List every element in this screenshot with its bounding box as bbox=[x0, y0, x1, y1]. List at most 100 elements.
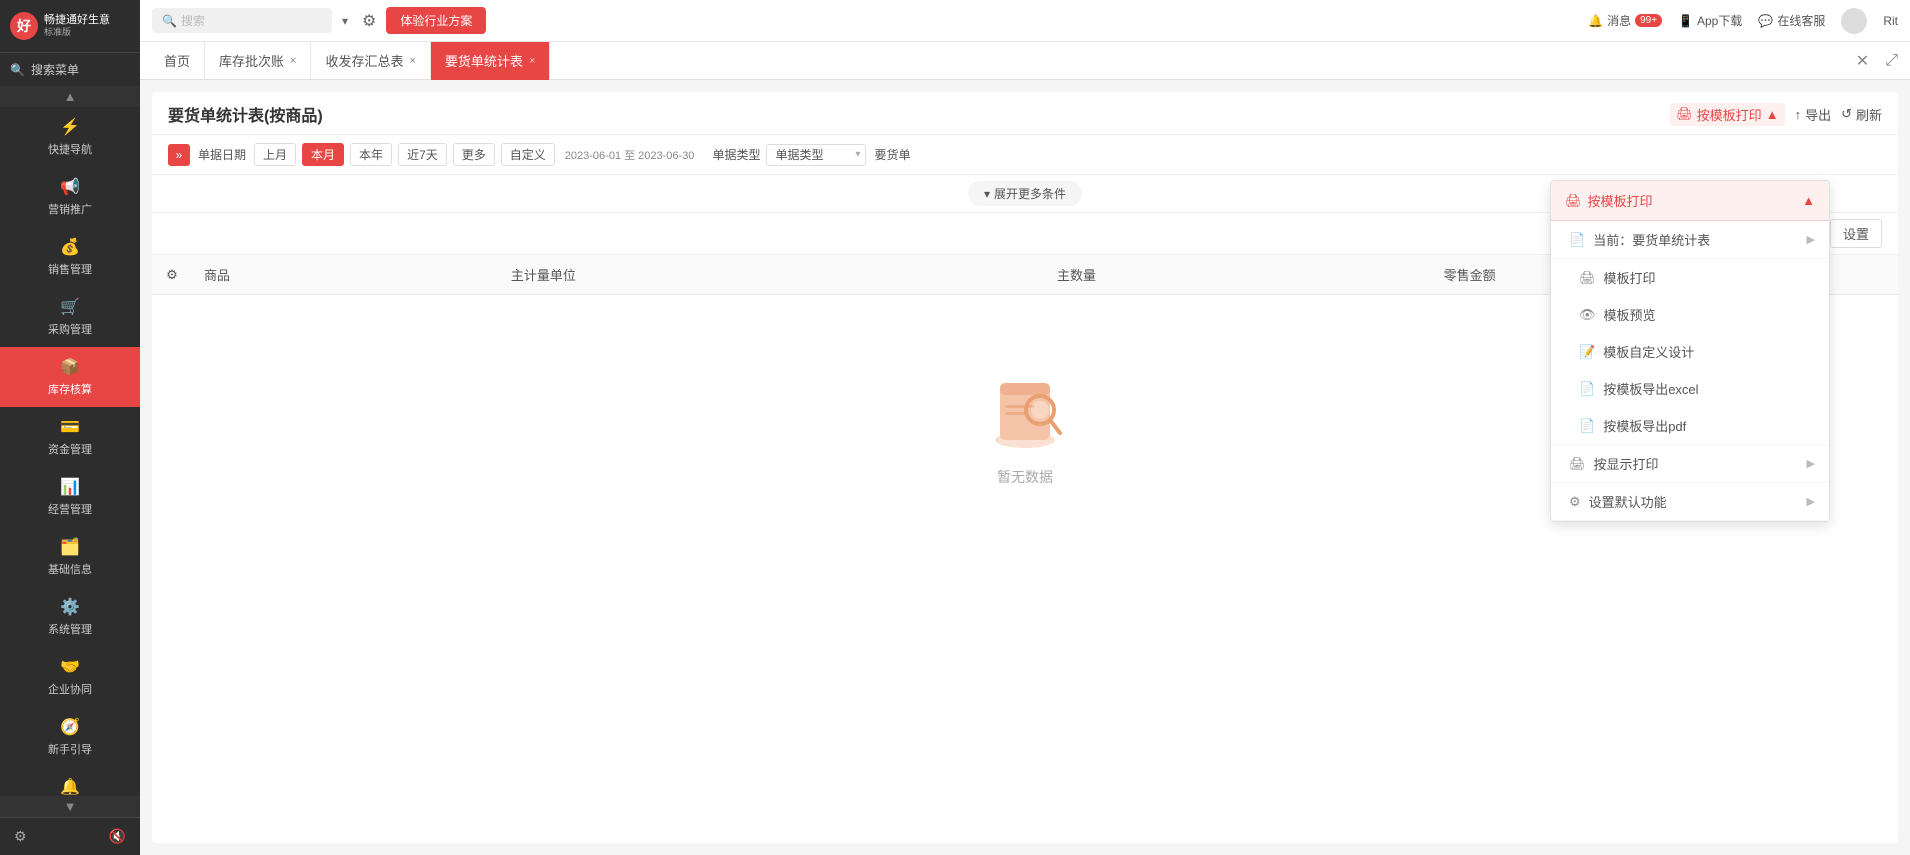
sidebar-scroll-down[interactable]: ▼ bbox=[0, 796, 140, 817]
date-btn-custom[interactable]: 自定义 bbox=[501, 143, 555, 166]
purchase-label: 采购管理 bbox=[48, 321, 92, 337]
display-print-left: 🖨 按显示打印 bbox=[1569, 454, 1659, 473]
print-item-label: 模板打印 bbox=[1604, 268, 1656, 287]
sales-label: 销售管理 bbox=[48, 261, 92, 277]
date-filters: 上月 本月 本年 近7天 更多 自定义 2023-06-01 至 2023-06… bbox=[254, 143, 694, 166]
header-gear-icon[interactable]: ⚙ bbox=[362, 11, 376, 31]
expand-more-btn[interactable]: ▾ 展开更多条件 bbox=[968, 181, 1082, 206]
sidebar-item-purchase[interactable]: 🛒 采购管理 bbox=[0, 287, 140, 347]
current-template-item[interactable]: 📄 当前：要货单统计表 ▶ bbox=[1551, 221, 1829, 258]
tab-bar: 首页 库存批次账 × 收发存汇总表 × 要货单统计表 × ✕ ⤢ bbox=[140, 42, 1910, 80]
sidebar: 好 畅捷通好生意 标准版 🔍 搜索菜单 ▲ ⚡ 快捷导航 📢 营销推广 💰 销售… bbox=[0, 0, 140, 855]
settings-btn[interactable]: 设置 bbox=[1830, 219, 1882, 248]
sidebar-item-marketing[interactable]: 📢 营销推广 bbox=[0, 167, 140, 227]
sidebar-item-finance[interactable]: 💳 资金管理 bbox=[0, 407, 140, 467]
notification-item[interactable]: 🔔 消息 99+ bbox=[1588, 12, 1662, 29]
shortcuts-icon: ⚡ bbox=[60, 117, 80, 137]
tab-home[interactable]: 首页 bbox=[150, 42, 205, 80]
expand-more-label: 展开更多条件 bbox=[994, 185, 1066, 202]
online-service-item[interactable]: 💬 在线客服 bbox=[1758, 12, 1825, 29]
th-gear-icon: ⚙ bbox=[166, 267, 178, 282]
sidebar-item-inventory[interactable]: 📦 库存核算 bbox=[0, 347, 140, 407]
print-template-btn[interactable]: 🖨 按模板打印 ▲ bbox=[1670, 103, 1784, 126]
tab-receipts-summary[interactable]: 收发存汇总表 × bbox=[311, 42, 430, 80]
shortcuts-label: 快捷导航 bbox=[48, 141, 92, 157]
filter-row: » 单据日期 上月 本月 本年 近7天 更多 自定义 2023-06-01 至 … bbox=[152, 135, 1898, 175]
tab-order-stats[interactable]: 要货单统计表 × bbox=[431, 42, 550, 80]
dropdown-set-default-section: ⚙ 设置默认功能 ▶ bbox=[1551, 483, 1829, 521]
set-default-arrow: ▶ bbox=[1807, 495, 1815, 508]
dropdown-collapse-arrow[interactable]: ▲ bbox=[1802, 193, 1815, 208]
sidebar-search[interactable]: 🔍 搜索菜单 bbox=[0, 53, 140, 86]
sidebar-item-guide[interactable]: 🧭 新手引导 bbox=[0, 707, 140, 767]
dropdown-item-preview[interactable]: 👁 模板预览 bbox=[1551, 296, 1829, 333]
doc-type-select-wrapper: 单据类型 ▾ bbox=[766, 144, 866, 166]
refresh-label: 刷新 bbox=[1856, 105, 1882, 124]
app-download-item[interactable]: 📱 App下载 bbox=[1678, 12, 1742, 29]
pdf-item-icon: 📄 bbox=[1579, 418, 1595, 434]
service-icon: 💬 bbox=[1758, 14, 1773, 28]
sidebar-item-sales[interactable]: 💰 销售管理 bbox=[0, 227, 140, 287]
export-btn[interactable]: ↑ 导出 bbox=[1795, 105, 1832, 124]
sidebar-item-collab[interactable]: 🤝 企业协同 bbox=[0, 647, 140, 707]
sidebar-footer: ⚙ 🔇 bbox=[0, 817, 140, 855]
user-avatar[interactable] bbox=[1841, 8, 1867, 34]
audio-footer-icon[interactable]: 🔇 bbox=[109, 828, 126, 845]
refresh-btn[interactable]: ↺ 刷新 bbox=[1841, 105, 1882, 124]
date-btn-more[interactable]: 更多 bbox=[453, 143, 495, 166]
dropdown-print-icon: 🖨 bbox=[1565, 193, 1582, 209]
tab-order-stats-close[interactable]: × bbox=[529, 55, 535, 67]
marketing-label: 营销推广 bbox=[48, 201, 92, 217]
dropdown-item-export-pdf[interactable]: 📄 按模板导出pdf bbox=[1551, 407, 1829, 444]
sidebar-item-basic[interactable]: 🗂️ 基础信息 bbox=[0, 527, 140, 587]
notification-badge: 99+ bbox=[1635, 14, 1662, 27]
top-header: 🔍 搜索 ▾ ⚙ 体验行业方案 🔔 消息 99+ 📱 App下载 💬 在线客服 bbox=[140, 0, 1910, 42]
settings-footer-icon[interactable]: ⚙ bbox=[14, 828, 27, 845]
tab-receipts-summary-label: 收发存汇总表 bbox=[325, 51, 403, 70]
collab-icon: 🤝 bbox=[60, 657, 80, 677]
system-label: 系统管理 bbox=[48, 621, 92, 637]
sidebar-item-shortcuts[interactable]: ⚡ 快捷导航 bbox=[0, 107, 140, 167]
tab-inventory-batch[interactable]: 库存批次账 × bbox=[205, 42, 311, 80]
preview-item-label: 模板预览 bbox=[1604, 305, 1656, 324]
print-icon: 🖨 bbox=[1676, 106, 1693, 122]
trial-button[interactable]: 体验行业方案 bbox=[386, 7, 486, 34]
dropdown-print-items-section: 🖨 模板打印 👁 模板预览 📝 模板自定义设计 📄 按模板导出excel 📄 bbox=[1551, 259, 1829, 445]
doc-type-select[interactable]: 单据类型 bbox=[766, 144, 866, 166]
sidebar-item-appstore[interactable]: 🔔 应用中心 bbox=[0, 767, 140, 796]
sidebar-scroll-up[interactable]: ▲ bbox=[0, 86, 140, 107]
tab-order-stats-label: 要货单统计表 bbox=[445, 51, 523, 70]
operations-label: 经营管理 bbox=[48, 501, 92, 517]
empty-text: 暂无数据 bbox=[997, 467, 1053, 487]
tab-inventory-batch-close[interactable]: × bbox=[290, 55, 296, 67]
current-template-label: 当前：要货单统计表 bbox=[1593, 230, 1710, 249]
dropdown-header: 🖨 按模板打印 ▲ bbox=[1551, 181, 1829, 221]
display-print-item[interactable]: 🖨 按显示打印 ▶ bbox=[1551, 445, 1829, 482]
tab-close-all-btn[interactable]: ✕ bbox=[1852, 51, 1873, 71]
dropdown-item-custom-design[interactable]: 📝 模板自定义设计 bbox=[1551, 333, 1829, 370]
app-download-icon: 📱 bbox=[1678, 14, 1693, 28]
th-settings[interactable]: ⚙ bbox=[152, 255, 192, 295]
date-btn-current-month[interactable]: 本月 bbox=[302, 143, 344, 166]
date-range-display: 2023-06-01 至 2023-06-30 bbox=[565, 147, 695, 163]
sales-icon: 💰 bbox=[60, 237, 80, 257]
date-btn-current-year[interactable]: 本年 bbox=[350, 143, 392, 166]
header-dropdown[interactable]: ▾ bbox=[342, 14, 348, 28]
print-dropdown-menu: 🖨 按模板打印 ▲ 📄 当前：要货单统计表 ▶ 🖨 模板打印 bbox=[1550, 180, 1830, 522]
date-btn-last7[interactable]: 近7天 bbox=[398, 143, 447, 166]
sidebar-item-operations[interactable]: 📊 经营管理 bbox=[0, 467, 140, 527]
tab-receipts-summary-close[interactable]: × bbox=[409, 55, 415, 67]
date-btn-prev-month[interactable]: 上月 bbox=[254, 143, 296, 166]
dropdown-item-export-excel[interactable]: 📄 按模板导出excel bbox=[1551, 370, 1829, 407]
export-label: 导出 bbox=[1805, 105, 1831, 124]
export-icon: ↑ bbox=[1795, 107, 1802, 122]
sidebar-item-system[interactable]: ⚙️ 系统管理 bbox=[0, 587, 140, 647]
set-default-item[interactable]: ⚙ 设置默认功能 ▶ bbox=[1551, 483, 1829, 520]
dropdown-item-print[interactable]: 🖨 模板打印 bbox=[1551, 259, 1829, 296]
operations-icon: 📊 bbox=[60, 477, 80, 497]
dropdown-display-print-section: 🖨 按显示打印 ▶ bbox=[1551, 445, 1829, 483]
dropdown-arrow-icon: ▾ bbox=[342, 14, 348, 28]
header-search-bar[interactable]: 🔍 搜索 bbox=[152, 8, 332, 33]
filter-expand-btn[interactable]: » bbox=[168, 144, 190, 166]
tab-maximize-btn[interactable]: ⤢ bbox=[1881, 52, 1902, 70]
